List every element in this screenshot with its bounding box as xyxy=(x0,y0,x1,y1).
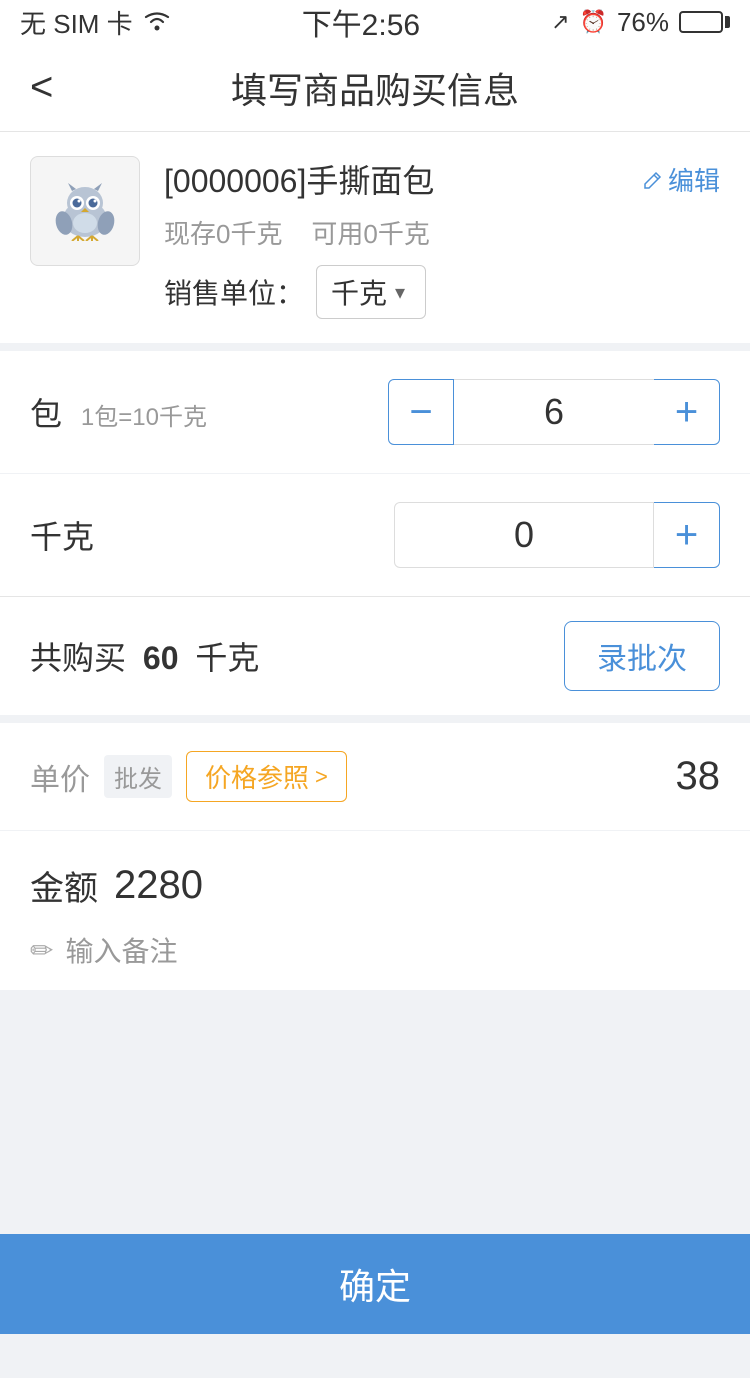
unit-value: 千克 xyxy=(331,272,387,312)
product-info: [0000006]手撕面包 编辑 现存0千克 可用0千克 销售单位： 千克 ▾ xyxy=(164,156,720,319)
carrier-label: 无 SIM 卡 xyxy=(20,4,133,41)
amount-section: 金额 2280 ✏ 输入备注 xyxy=(0,831,750,998)
product-unit-row: 销售单位： 千克 ▾ xyxy=(164,265,720,319)
total-text: 共购买 60 千克 xyxy=(30,633,259,679)
qty-main-kg: 千克 xyxy=(30,519,94,555)
quantity-row-kg: 千克 + xyxy=(0,474,750,596)
status-right: ↗ ⏰ 76% xyxy=(551,7,730,38)
product-logo xyxy=(50,181,120,241)
unit-chevron-icon: ▾ xyxy=(395,280,405,305)
quantity-section: 包 1包=10千克 − + 千克 + xyxy=(0,351,750,597)
product-section: [0000006]手撕面包 编辑 现存0千克 可用0千克 销售单位： 千克 ▾ xyxy=(0,132,750,351)
confirm-button[interactable]: 确定 xyxy=(0,1234,750,1334)
product-image xyxy=(30,156,140,266)
battery-icon xyxy=(679,11,730,33)
edit-button[interactable]: 编辑 xyxy=(642,161,720,198)
product-stock: 现存0千克 可用0千克 xyxy=(164,214,720,251)
product-name: [0000006]手撕面包 xyxy=(164,156,434,202)
minus-button-bao[interactable]: − xyxy=(388,379,454,445)
amount-label: 金额 xyxy=(30,861,98,910)
unit-selector[interactable]: 千克 ▾ xyxy=(316,265,426,319)
qty-input-bao[interactable] xyxy=(454,379,654,445)
available-value: 可用0千克 xyxy=(311,219,429,249)
qty-main-bao: 包 xyxy=(30,396,62,432)
battery-percent: 76% xyxy=(617,7,669,38)
status-left: 无 SIM 卡 xyxy=(20,4,171,41)
qty-input-kg[interactable] xyxy=(394,502,654,568)
total-section: 共购买 60 千克 录批次 xyxy=(0,597,750,723)
quantity-row-bao: 包 1包=10千克 − + xyxy=(0,351,750,474)
batch-button[interactable]: 录批次 xyxy=(564,621,720,691)
wifi-icon xyxy=(143,7,171,38)
status-time: 下午2:56 xyxy=(302,0,420,44)
amount-row: 金额 2280 xyxy=(30,861,720,910)
quantity-control-kg: + xyxy=(394,502,720,568)
note-placeholder: 输入备注 xyxy=(65,930,177,970)
price-tag: 批发 xyxy=(104,755,172,798)
total-amount: 60 xyxy=(143,640,179,676)
note-row[interactable]: ✏ 输入备注 xyxy=(30,930,720,970)
edit-icon xyxy=(642,168,664,190)
price-value: 38 xyxy=(676,754,721,799)
status-bar: 无 SIM 卡 下午2:56 ↗ ⏰ 76% xyxy=(0,0,750,44)
price-label: 单价 xyxy=(30,755,90,799)
edit-label: 编辑 xyxy=(668,161,720,198)
qty-label-kg: 千克 xyxy=(30,512,394,558)
price-ref-chevron-icon: > xyxy=(315,764,328,790)
total-prefix: 共购买 xyxy=(30,640,126,676)
qty-sub-bao: 1包=10千克 xyxy=(81,404,207,431)
back-button[interactable]: < xyxy=(30,65,90,110)
price-ref-label: 价格参照 xyxy=(205,758,309,795)
unit-label: 销售单位： xyxy=(164,272,304,312)
location-icon: ↗ xyxy=(551,9,569,35)
total-unit: 千克 xyxy=(195,640,259,676)
amount-value: 2280 xyxy=(114,863,203,908)
page-title: 填写商品购买信息 xyxy=(90,62,660,114)
plus-button-kg[interactable]: + xyxy=(654,502,720,568)
alarm-icon: ⏰ xyxy=(580,9,607,35)
nav-bar: < 填写商品购买信息 xyxy=(0,44,750,132)
qty-label-bao: 包 1包=10千克 xyxy=(30,389,388,435)
price-ref-button[interactable]: 价格参照 > xyxy=(186,751,347,802)
stock-value: 现存0千克 xyxy=(164,219,282,249)
quantity-control-bao: − + xyxy=(388,379,720,445)
note-icon: ✏ xyxy=(30,934,53,967)
plus-button-bao[interactable]: + xyxy=(654,379,720,445)
price-section: 单价 批发 价格参照 > 38 xyxy=(0,723,750,831)
